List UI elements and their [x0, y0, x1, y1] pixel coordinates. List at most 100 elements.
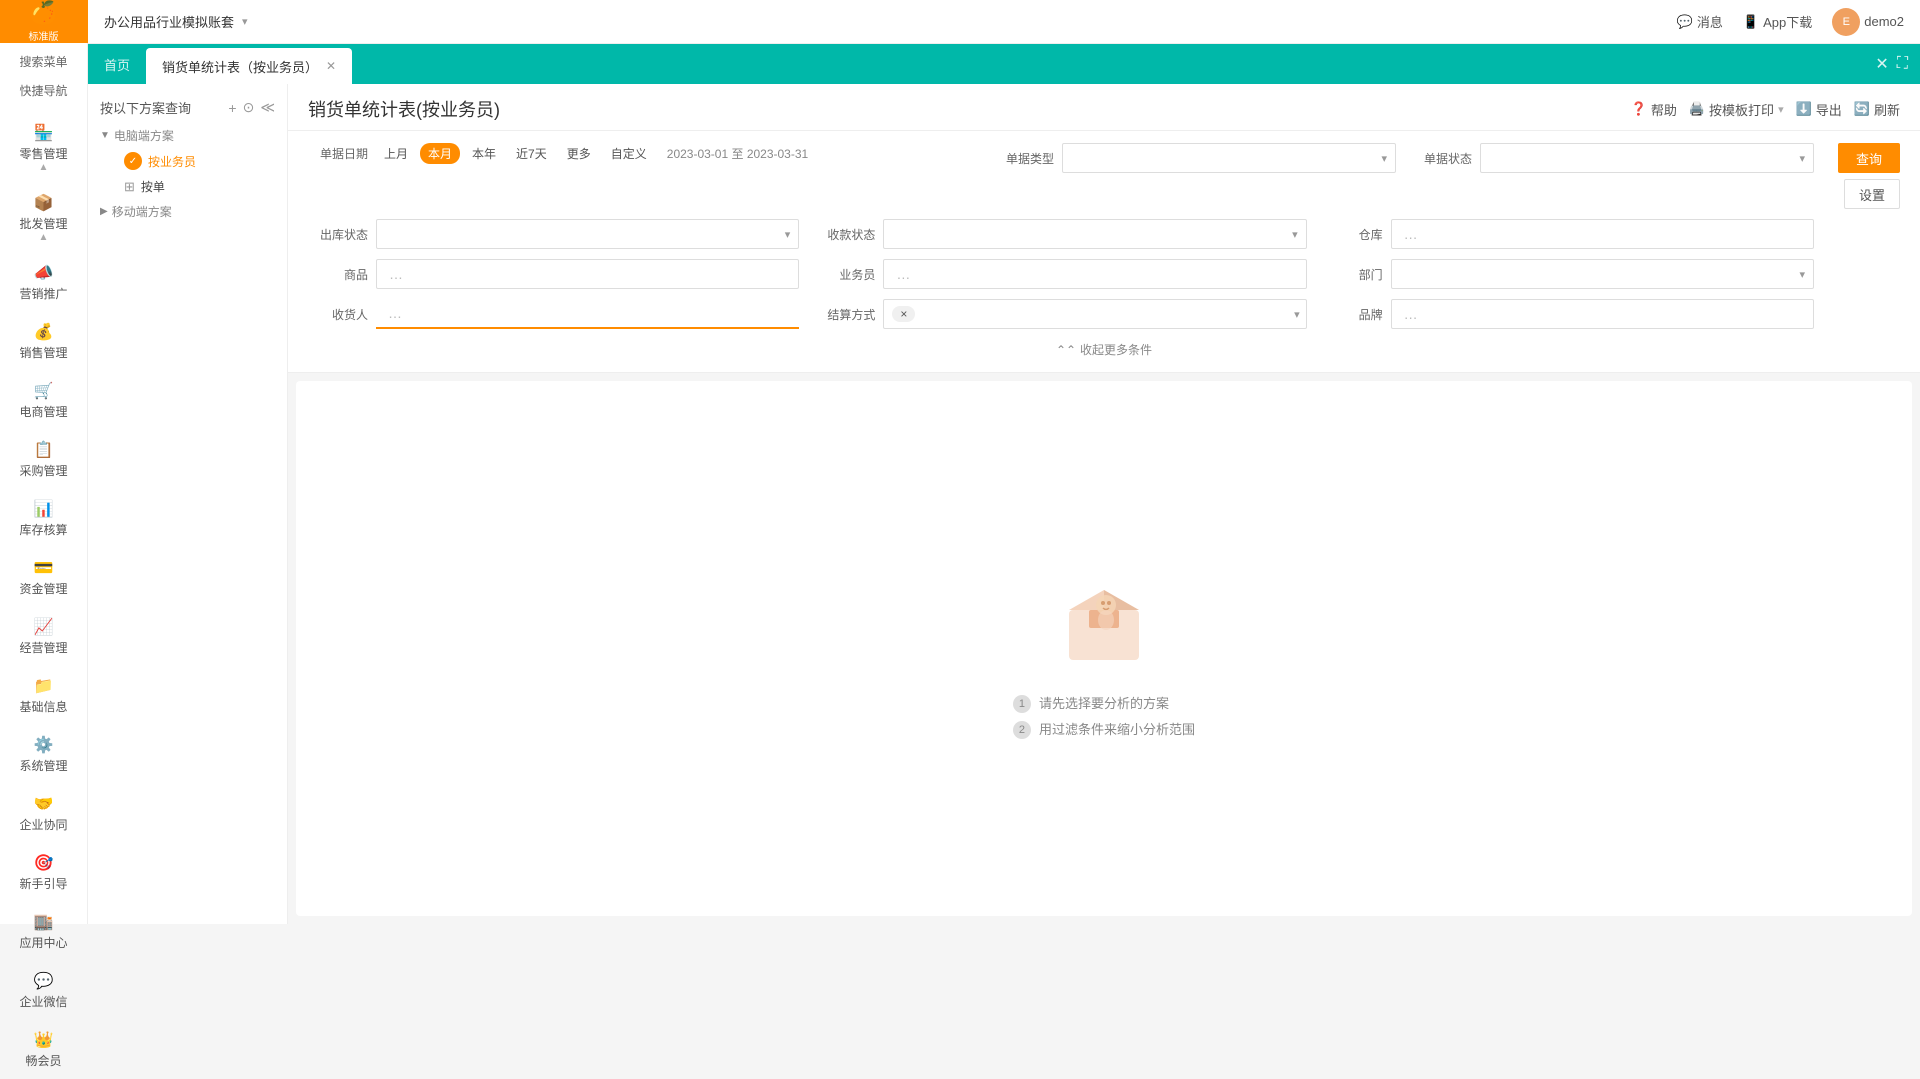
- salesman-input[interactable]: …: [883, 259, 1306, 289]
- sidebar-item-label: 销售管理: [19, 344, 67, 361]
- page-header-actions: ❓ 帮助 🖨️ 按模板打印 ▾ ⬇️ 导出 🔄 刷新: [1631, 100, 1900, 119]
- retail-icon: 🏪: [34, 123, 54, 143]
- date-pill-more[interactable]: 更多: [559, 143, 599, 164]
- close-window-icon[interactable]: ✕: [1875, 54, 1888, 74]
- settle-tag-close[interactable]: ×: [900, 307, 907, 321]
- date-pill-this-year[interactable]: 本年: [464, 143, 504, 164]
- section-pc[interactable]: ▼ 电脑端方案: [88, 123, 287, 148]
- add-scheme-icon[interactable]: +: [228, 100, 236, 116]
- goods-dots[interactable]: …: [389, 266, 403, 282]
- scheme-salesman-label: 按业务员: [148, 153, 196, 170]
- settle-tag: ×: [892, 306, 915, 322]
- dept-select[interactable]: ▾: [1391, 259, 1814, 289]
- tab-window-actions: ✕ ⛶: [1875, 54, 1920, 74]
- quick-nav-item[interactable]: 快捷导航: [19, 76, 67, 105]
- collapse-label: 收起更多条件: [1080, 341, 1152, 358]
- sidebar-item-retail[interactable]: 🏪 零售管理 ▲: [0, 113, 88, 183]
- appstore-icon: 🏬: [34, 912, 54, 932]
- search-menu-item[interactable]: 搜索菜单: [19, 43, 67, 76]
- sidebar-item-wholesale[interactable]: 📦 批发管理 ▲: [0, 183, 88, 253]
- sidebar-item-inventory[interactable]: 📊 库存核算: [0, 489, 88, 548]
- doc-status-arrow: ▾: [1799, 152, 1805, 165]
- sidebar-item-sales[interactable]: 💰 销售管理: [0, 312, 88, 371]
- print-button[interactable]: 🖨️ 按模板打印 ▾: [1689, 100, 1784, 119]
- sidebar-item-corp[interactable]: 🤝 企业协同: [0, 784, 88, 843]
- sidebar-item-base[interactable]: 📁 基础信息: [0, 666, 88, 725]
- help-button[interactable]: ❓ 帮助: [1631, 100, 1677, 119]
- consignee-dots[interactable]: …: [388, 305, 402, 321]
- user-avatar-button[interactable]: E demo2: [1832, 8, 1904, 36]
- collect-status-label: 收款状态: [815, 226, 875, 243]
- wechat-icon: 💬: [34, 971, 54, 991]
- topbar-right: 💬 消息 📱 App下载 E demo2: [1677, 8, 1904, 36]
- collect-status-select[interactable]: ▾: [883, 219, 1306, 249]
- collapse-panel-icon[interactable]: ≪: [260, 99, 275, 116]
- print-icon: 🖨️: [1689, 101, 1705, 117]
- tab-home[interactable]: 首页: [88, 44, 146, 84]
- salesman-dots[interactable]: …: [896, 266, 910, 282]
- consignee-label: 收货人: [308, 306, 368, 323]
- sidebar-item-system[interactable]: ⚙️ 系统管理: [0, 725, 88, 784]
- avatar: E: [1832, 8, 1860, 36]
- doc-status-select[interactable]: ▾: [1480, 143, 1814, 173]
- app-download-button[interactable]: 📱 App下载: [1743, 12, 1812, 31]
- settle-arrow: ▾: [1294, 308, 1300, 321]
- settle-select[interactable]: × ▾: [883, 299, 1306, 329]
- export-button[interactable]: ⬇️ 导出: [1796, 100, 1842, 119]
- tab-sales-stats[interactable]: 销货单统计表（按业务员） ✕: [146, 48, 352, 84]
- sidebar-item-operation[interactable]: 📈 经营管理: [0, 607, 88, 666]
- query-button[interactable]: 查询: [1838, 143, 1900, 173]
- date-pill-this-month[interactable]: 本月: [420, 143, 460, 164]
- doc-type-select[interactable]: ▾: [1062, 143, 1396, 173]
- section-mobile-label: 移动端方案: [112, 203, 172, 220]
- action-buttons: 查询 设置: [1830, 143, 1900, 209]
- app-dropdown-icon[interactable]: ▾: [242, 15, 248, 28]
- collapse-button[interactable]: ⌃⌃ 收起更多条件: [308, 335, 1900, 360]
- sidebar-item-finance[interactable]: 💳 资金管理: [0, 548, 88, 607]
- marketing-icon: 📣: [34, 263, 54, 283]
- out-status-select[interactable]: ▾: [376, 219, 799, 249]
- sidebar-item-guide[interactable]: 🎯 新手引导: [0, 843, 88, 902]
- goods-input[interactable]: …: [376, 259, 799, 289]
- out-status-arrow: ▾: [785, 228, 791, 241]
- brand-dots[interactable]: …: [1404, 306, 1418, 322]
- sidebar-item-member[interactable]: 👑 畅会员: [0, 1020, 88, 1079]
- sidebar-item-label: 企业微信: [19, 993, 67, 1010]
- warehouse-dots[interactable]: …: [1404, 226, 1418, 242]
- empty-state: 1 请先选择要分析的方案 2 用过滤条件来缩小分析范围: [296, 381, 1912, 916]
- sidebar-item-ecom[interactable]: 🛒 电商管理: [0, 371, 88, 430]
- sidebar-item-label: 零售管理: [19, 145, 67, 162]
- warehouse-input[interactable]: …: [1391, 219, 1814, 249]
- date-pill-prev-month[interactable]: 上月: [376, 143, 416, 164]
- sidebar-item-label: 资金管理: [19, 580, 67, 597]
- sidebar-item-wechat[interactable]: 💬 企业微信: [0, 961, 88, 1020]
- sidebar-item-marketing[interactable]: 📣 营销推广: [0, 253, 88, 312]
- left-panel-actions: + ⊙ ≪: [228, 99, 275, 116]
- app-logo[interactable]: 🍊 标准版: [0, 0, 88, 43]
- message-button[interactable]: 💬 消息: [1677, 12, 1723, 31]
- sidebar-item-purchase[interactable]: 📋 采购管理: [0, 430, 88, 489]
- app-name-label: 办公用品行业模拟账套: [104, 12, 234, 31]
- settings-button[interactable]: 设置: [1844, 179, 1900, 209]
- out-status-label: 出库状态: [308, 226, 368, 243]
- brand-input[interactable]: …: [1391, 299, 1814, 329]
- date-pill-custom[interactable]: 自定义: [603, 143, 655, 164]
- maximize-window-icon[interactable]: ⛶: [1897, 55, 1908, 73]
- refresh-button[interactable]: 🔄 刷新: [1854, 100, 1900, 119]
- section-mobile[interactable]: ▶ 移动端方案: [88, 199, 287, 224]
- sidebar-item-appstore[interactable]: 🏬 应用中心: [0, 902, 88, 961]
- sidebar: 🍊 标准版 搜索菜单 快捷导航 🏪 零售管理 ▲ 📦 批发管理 ▲ 📣 营销推广…: [0, 0, 88, 924]
- date-range-display: 2023-03-01 至 2023-03-31: [667, 145, 808, 162]
- scheme-by-order[interactable]: ⊞ 按单: [88, 174, 287, 199]
- doc-status-label: 单据状态: [1412, 150, 1472, 167]
- sidebar-item-label: 营销推广: [19, 285, 67, 302]
- scheme-order-label: 按单: [141, 178, 165, 195]
- ecom-icon: 🛒: [34, 381, 54, 401]
- consignee-input[interactable]: …: [376, 299, 799, 329]
- date-pill-7days[interactable]: 近7天: [508, 143, 555, 164]
- print-dropdown-icon[interactable]: ▾: [1778, 103, 1784, 116]
- settings-scheme-icon[interactable]: ⊙: [243, 99, 255, 116]
- tab-close-icon[interactable]: ✕: [326, 59, 336, 73]
- scheme-by-salesman[interactable]: ✓ 按业务员: [88, 148, 287, 174]
- export-label: 导出: [1816, 100, 1842, 119]
